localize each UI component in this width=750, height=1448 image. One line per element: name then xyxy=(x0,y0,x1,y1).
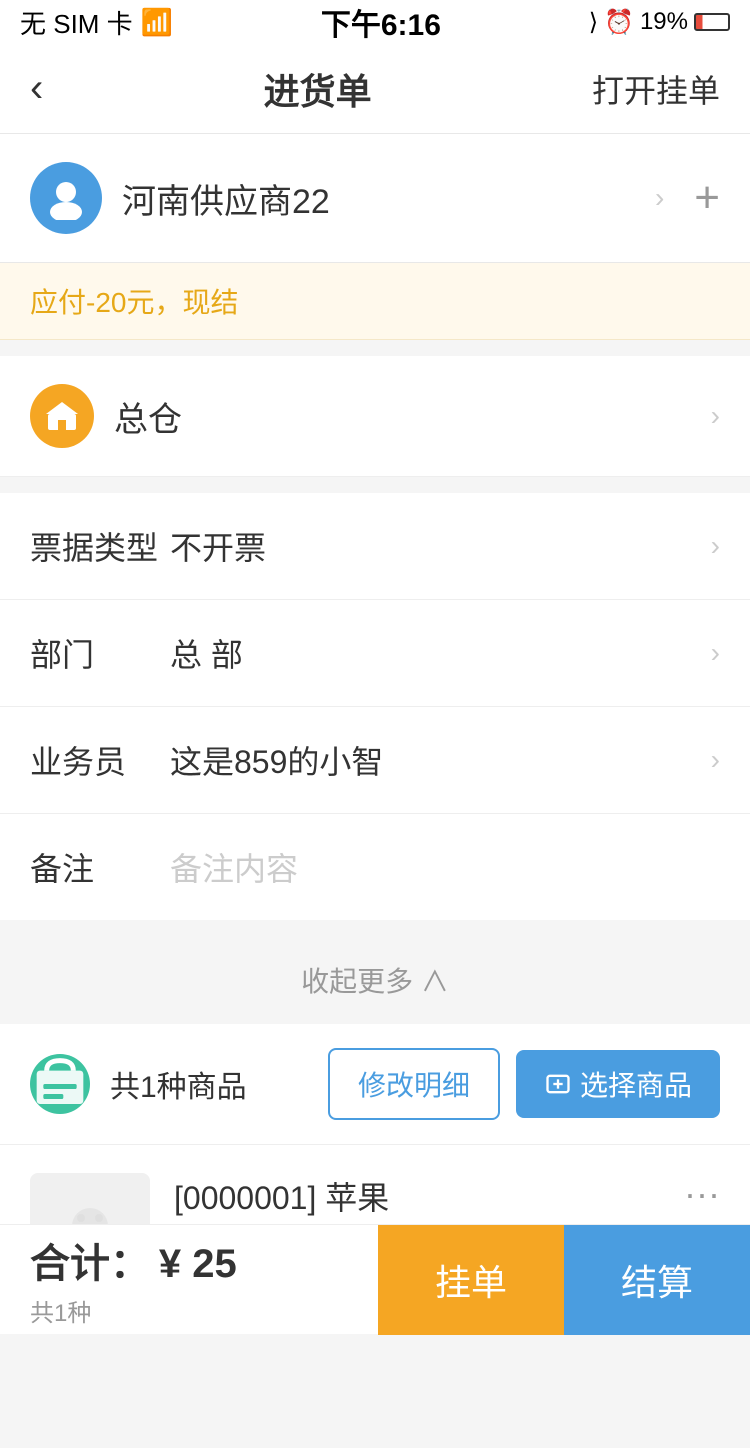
products-icon-bg xyxy=(30,1054,90,1114)
supplier-avatar-icon xyxy=(44,176,88,220)
select-product-label: 选择商品 xyxy=(580,1064,692,1104)
product-name: [0000001] 苹果 xyxy=(174,1173,668,1219)
warehouse-row[interactable]: 总仓 › xyxy=(0,356,750,477)
battery-label: 19% xyxy=(640,8,688,36)
status-right: ⟩ ⏰ 19% xyxy=(589,8,730,37)
add-supplier-button[interactable]: + xyxy=(694,173,720,223)
carrier-label: 无 SIM 卡 xyxy=(20,4,133,41)
invoice-type-value: 不开票 xyxy=(170,523,711,569)
notice-banner: 应付-20元，现结 xyxy=(0,263,750,340)
hang-button[interactable]: 挂单 xyxy=(378,1225,564,1335)
bottom-bar: 合计： ¥ 25 共1种 挂单 结算 xyxy=(0,1224,750,1334)
product-title: 苹果 xyxy=(325,1180,389,1216)
total-label: 合计： xyxy=(30,1242,150,1286)
products-count-label: 共1种商品 xyxy=(110,1062,328,1106)
battery-icon xyxy=(694,13,730,31)
total-amount: ¥ 25 xyxy=(159,1242,237,1286)
select-product-button[interactable]: 选择商品 xyxy=(516,1050,720,1118)
warehouse-label: 总仓 xyxy=(114,392,711,441)
supplier-name: 河南供应商22 xyxy=(122,174,655,223)
total-area: 合计： ¥ 25 共1种 xyxy=(0,1231,378,1328)
total-main: 合计： ¥ 25 xyxy=(30,1231,348,1289)
supplier-section: 河南供应商22 › + 应付-20元，现结 xyxy=(0,134,750,340)
remark-label: 备注 xyxy=(30,844,170,890)
invoice-type-chevron-icon: › xyxy=(711,530,720,562)
status-bar: 无 SIM 卡 📶 下午6:16 ⟩ ⏰ 19% xyxy=(0,0,750,44)
form-section: 票据类型 不开票 › 部门 总 部 › 业务员 这是859的小智 › 备注 备注… xyxy=(0,493,750,920)
salesperson-value: 这是859的小智 xyxy=(170,737,711,783)
alarm-icon: ⏰ xyxy=(604,8,634,37)
supplier-row[interactable]: 河南供应商22 › + xyxy=(0,134,750,263)
products-icon xyxy=(30,1054,90,1114)
warehouse-section: 总仓 › xyxy=(0,356,750,477)
remark-value: 备注内容 xyxy=(170,844,720,890)
checkout-button[interactable]: 结算 xyxy=(564,1225,750,1335)
status-time: 下午6:16 xyxy=(321,0,441,44)
warehouse-icon xyxy=(44,398,80,434)
open-hang-button[interactable]: 打开挂单 xyxy=(592,66,720,112)
back-button[interactable]: ‹ xyxy=(30,66,43,111)
salesperson-chevron-icon: › xyxy=(711,744,720,776)
page-title: 进货单 xyxy=(264,63,372,115)
warehouse-chevron-icon: › xyxy=(711,400,720,432)
invoice-type-row[interactable]: 票据类型 不开票 › xyxy=(0,493,750,600)
salesperson-label: 业务员 xyxy=(30,737,170,783)
location-icon: ⟩ xyxy=(589,8,598,37)
nav-bar: ‹ 进货单 打开挂单 xyxy=(0,44,750,134)
collapse-label: 收起更多 ∧ xyxy=(301,960,449,1000)
warehouse-icon-bg xyxy=(30,384,94,448)
supplier-avatar xyxy=(30,162,102,234)
status-left: 无 SIM 卡 📶 xyxy=(20,4,173,41)
remark-row[interactable]: 备注 备注内容 xyxy=(0,814,750,920)
select-product-icon xyxy=(544,1070,572,1098)
product-more-button[interactable]: ··· xyxy=(668,1173,720,1215)
supplier-chevron-icon: › xyxy=(655,182,664,214)
products-header: 共1种商品 修改明细 选择商品 xyxy=(0,1024,750,1145)
invoice-type-label: 票据类型 xyxy=(30,523,170,569)
salesperson-row[interactable]: 业务员 这是859的小智 › xyxy=(0,707,750,814)
edit-detail-button[interactable]: 修改明细 xyxy=(328,1048,500,1120)
wifi-icon: 📶 xyxy=(141,7,173,38)
department-value: 总 部 xyxy=(170,630,711,676)
department-label: 部门 xyxy=(30,630,170,676)
total-sub: 共1种 xyxy=(30,1293,348,1328)
department-chevron-icon: › xyxy=(711,637,720,669)
department-row[interactable]: 部门 总 部 › xyxy=(0,600,750,707)
collapse-toggle[interactable]: 收起更多 ∧ xyxy=(0,936,750,1024)
product-code: [0000001] xyxy=(174,1180,316,1216)
